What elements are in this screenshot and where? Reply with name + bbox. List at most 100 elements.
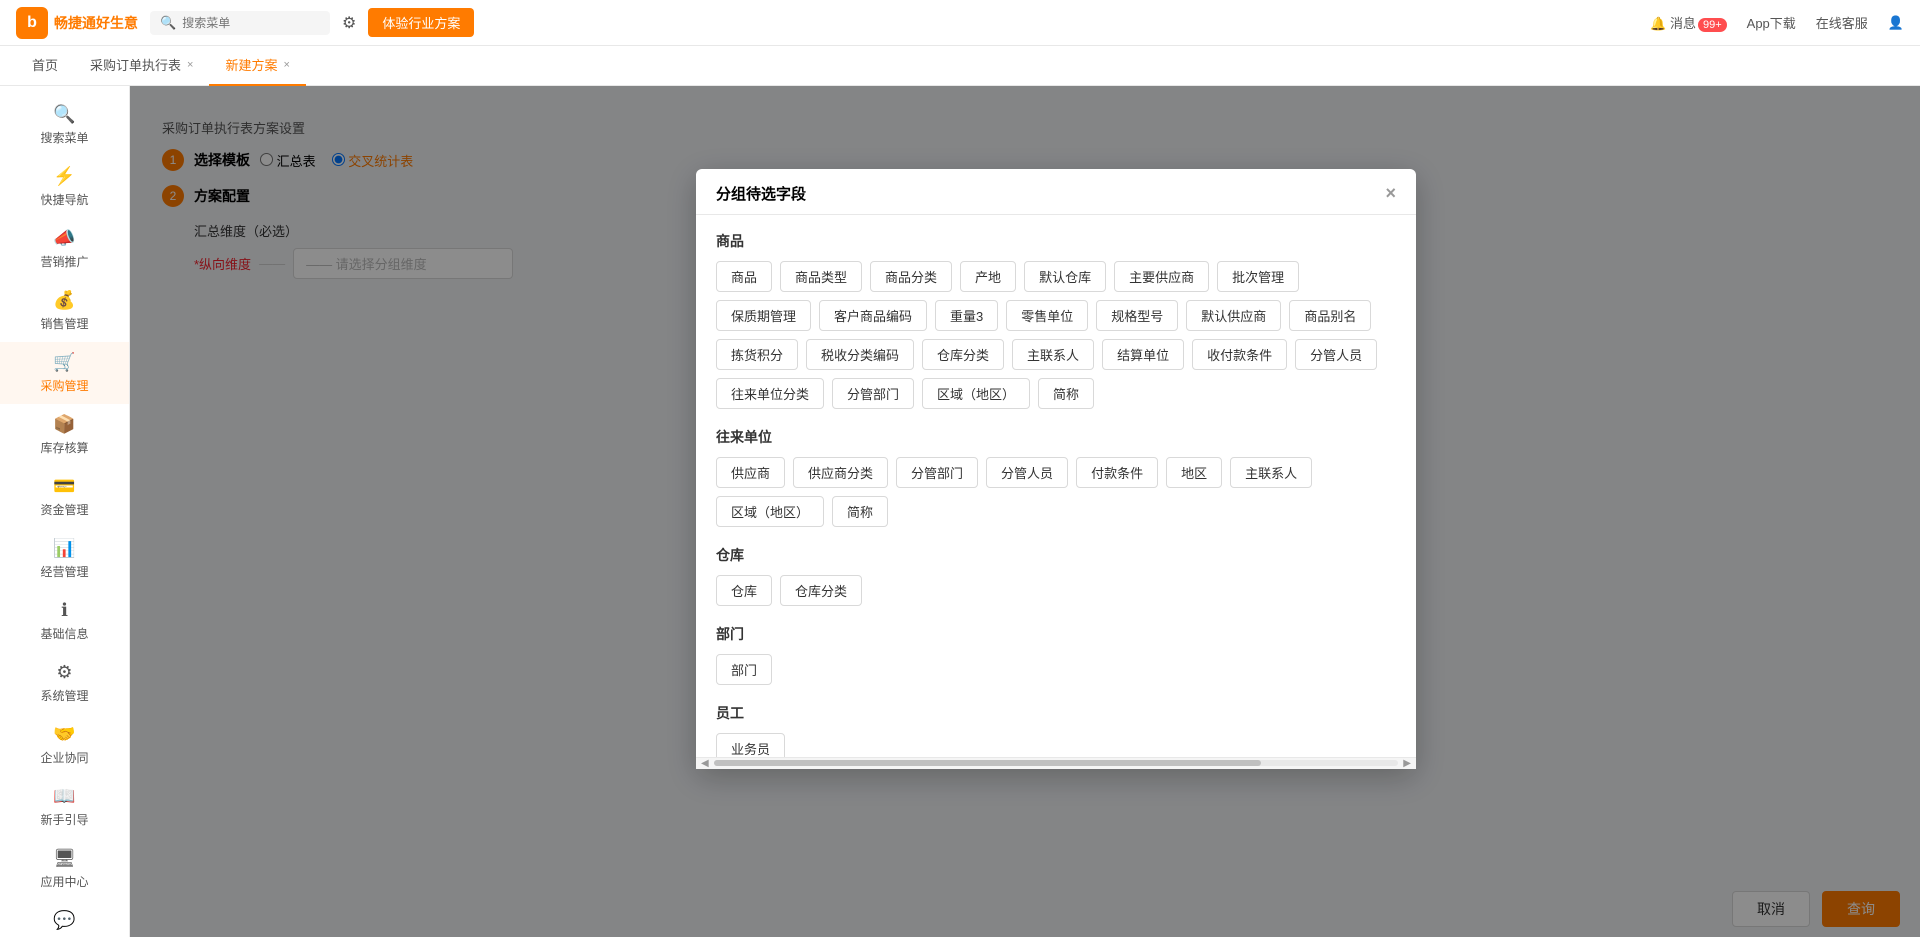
field-tag[interactable]: 结算单位 <box>1102 339 1184 370</box>
field-tag[interactable]: 区域（地区） <box>922 378 1030 409</box>
field-tag[interactable]: 主联系人 <box>1230 457 1312 488</box>
online-service-link[interactable]: 在线客服 <box>1816 13 1868 32</box>
field-tag[interactable]: 默认供应商 <box>1186 300 1281 331</box>
field-tag[interactable]: 收付款条件 <box>1192 339 1287 370</box>
field-tag[interactable]: 税收分类编码 <box>806 339 914 370</box>
sidebar-item-system[interactable]: ⚙ 系统管理 <box>0 652 129 714</box>
field-tag[interactable]: 分管部门 <box>896 457 978 488</box>
field-tag[interactable]: 供应商 <box>716 457 785 488</box>
tab-home[interactable]: 首页 <box>16 46 74 86</box>
sidebar-item-sales[interactable]: 💰 销售管理 <box>0 280 129 342</box>
field-tag[interactable]: 分管人员 <box>986 457 1068 488</box>
sidebar-enterprise-label: 企业协同 <box>40 749 88 766</box>
field-tag[interactable]: 区域（地区） <box>716 496 824 527</box>
modal-body[interactable]: 商品 商品 商品类型 商品分类 产地 默认仓库 主要供应商 批次管理 保质期管理… <box>696 215 1416 757</box>
notification-badge: 99+ <box>1698 18 1727 32</box>
inventory-icon: 📦 <box>53 414 75 435</box>
field-tag[interactable]: 商品分类 <box>870 261 952 292</box>
field-tag[interactable]: 地区 <box>1166 457 1222 488</box>
field-tag[interactable]: 简称 <box>1038 378 1094 409</box>
field-tag[interactable]: 保质期管理 <box>716 300 811 331</box>
field-tag[interactable]: 仓库 <box>716 575 772 606</box>
notification-area[interactable]: 🔔 消息99+ <box>1650 13 1726 32</box>
marketing-icon: 📣 <box>53 228 75 249</box>
sidebar-item-guide[interactable]: 📖 新手引导 <box>0 776 129 838</box>
field-tag[interactable]: 分管人员 <box>1295 339 1377 370</box>
field-tag[interactable]: 仓库分类 <box>780 575 862 606</box>
sidebar-item-basic-info[interactable]: ℹ 基础信息 <box>0 590 129 652</box>
sidebar-item-finance[interactable]: 💳 资金管理 <box>0 466 129 528</box>
field-tag[interactable]: 客户商品编码 <box>819 300 927 331</box>
field-tag[interactable]: 主联系人 <box>1012 339 1094 370</box>
gear-btn[interactable]: ⚙ <box>342 13 356 33</box>
field-tag[interactable]: 部门 <box>716 654 772 685</box>
basic-info-icon: ℹ <box>61 600 68 621</box>
field-tag[interactable]: 默认仓库 <box>1024 261 1106 292</box>
experience-btn[interactable]: 体验行业方案 <box>368 8 474 37</box>
management-icon: 📊 <box>53 538 75 559</box>
field-tag[interactable]: 商品类型 <box>780 261 862 292</box>
sidebar: 🔍 搜索菜单 ⚡ 快捷导航 📣 营销推广 💰 销售管理 🛒 采购管理 📦 库存核… <box>0 86 130 937</box>
sidebar-purchase-label: 采购管理 <box>40 377 88 394</box>
tab-new-plan[interactable]: 新建方案 × <box>209 46 305 86</box>
section-goods: 商品 商品 商品类型 商品分类 产地 默认仓库 主要供应商 批次管理 保质期管理… <box>716 231 1396 409</box>
guide-icon: 📖 <box>53 786 75 807</box>
sidebar-marketing-label: 营销推广 <box>40 253 88 270</box>
field-selection-modal: 分组待选字段 × 商品 商品 商品类型 商品分类 产地 默认仓库 主要供应商 批… <box>696 169 1416 769</box>
field-tag[interactable]: 往来单位分类 <box>716 378 824 409</box>
field-tag[interactable]: 供应商分类 <box>793 457 888 488</box>
scroll-track <box>714 760 1399 766</box>
section-employee: 员工 业务员 <box>716 703 1396 757</box>
field-tag[interactable]: 零售单位 <box>1006 300 1088 331</box>
search-bar[interactable]: 🔍 <box>150 11 330 35</box>
field-tag[interactable]: 批次管理 <box>1217 261 1299 292</box>
sidebar-item-quick-nav[interactable]: ⚡ 快捷导航 <box>0 156 129 218</box>
modal-horizontal-scrollbar[interactable]: ◀ ▶ <box>696 757 1416 769</box>
section-department-title: 部门 <box>716 624 1396 644</box>
field-tag[interactable]: 商品别名 <box>1289 300 1371 331</box>
section-employee-title: 员工 <box>716 703 1396 723</box>
field-tag[interactable]: 主要供应商 <box>1114 261 1209 292</box>
modal-header: 分组待选字段 × <box>696 169 1416 215</box>
goods-field-grid: 商品 商品类型 商品分类 产地 默认仓库 主要供应商 批次管理 保质期管理 客户… <box>716 261 1396 409</box>
enterprise-icon: 🤝 <box>53 724 75 745</box>
app-download-link[interactable]: App下载 <box>1747 13 1796 32</box>
sidebar-item-purchase[interactable]: 🛒 采购管理 <box>0 342 129 404</box>
quick-nav-icon: ⚡ <box>53 166 75 187</box>
tab-purchase-close[interactable]: × <box>187 59 193 71</box>
field-tag[interactable]: 拣货积分 <box>716 339 798 370</box>
scroll-right-arrow[interactable]: ▶ <box>1400 758 1414 769</box>
field-tag[interactable]: 商品 <box>716 261 772 292</box>
app-name: 畅捷通好生意 <box>54 13 138 33</box>
tab-bar: 首页 采购订单执行表 × 新建方案 × <box>0 46 1920 86</box>
partner-field-grid: 供应商 供应商分类 分管部门 分管人员 付款条件 地区 主联系人 区域（地区） … <box>716 457 1396 527</box>
field-tag[interactable]: 简称 <box>832 496 888 527</box>
field-tag[interactable]: 仓库分类 <box>922 339 1004 370</box>
field-tag[interactable]: 规格型号 <box>1096 300 1178 331</box>
user-avatar[interactable]: 👤 <box>1888 15 1904 31</box>
top-bar-right: 🔔 消息99+ App下载 在线客服 👤 <box>1650 13 1904 32</box>
search-input[interactable] <box>182 16 302 30</box>
modal-title: 分组待选字段 <box>716 183 806 204</box>
sidebar-item-inventory[interactable]: 📦 库存核算 <box>0 404 129 466</box>
field-tag[interactable]: 付款条件 <box>1076 457 1158 488</box>
field-tag[interactable]: 产地 <box>960 261 1016 292</box>
dept-field-grid: 部门 <box>716 654 1396 685</box>
sidebar-search-label: 搜索菜单 <box>40 129 88 146</box>
tab-new-plan-close[interactable]: × <box>283 59 289 71</box>
sidebar-item-marketing[interactable]: 📣 营销推广 <box>0 218 129 280</box>
scroll-left-arrow[interactable]: ◀ <box>698 758 712 769</box>
sidebar-finance-label: 资金管理 <box>40 501 88 518</box>
apps-icon: 🖥 <box>53 848 76 869</box>
modal-close-btn[interactable]: × <box>1385 183 1396 204</box>
scroll-thumb <box>714 760 1262 766</box>
tab-purchase-list[interactable]: 采购订单执行表 × <box>74 46 209 86</box>
main-layout: 🔍 搜索菜单 ⚡ 快捷导航 📣 营销推广 💰 销售管理 🛒 采购管理 📦 库存核… <box>0 86 1920 937</box>
field-tag[interactable]: 重量3 <box>935 300 998 331</box>
purchase-icon: 🛒 <box>53 352 75 373</box>
field-tag[interactable]: 分管部门 <box>832 378 914 409</box>
field-tag[interactable]: 业务员 <box>716 733 785 757</box>
sidebar-item-enterprise[interactable]: 🤝 企业协同 <box>0 714 129 776</box>
sidebar-item-management[interactable]: 📊 经营管理 <box>0 528 129 590</box>
sidebar-item-search[interactable]: 🔍 搜索菜单 <box>0 94 129 156</box>
